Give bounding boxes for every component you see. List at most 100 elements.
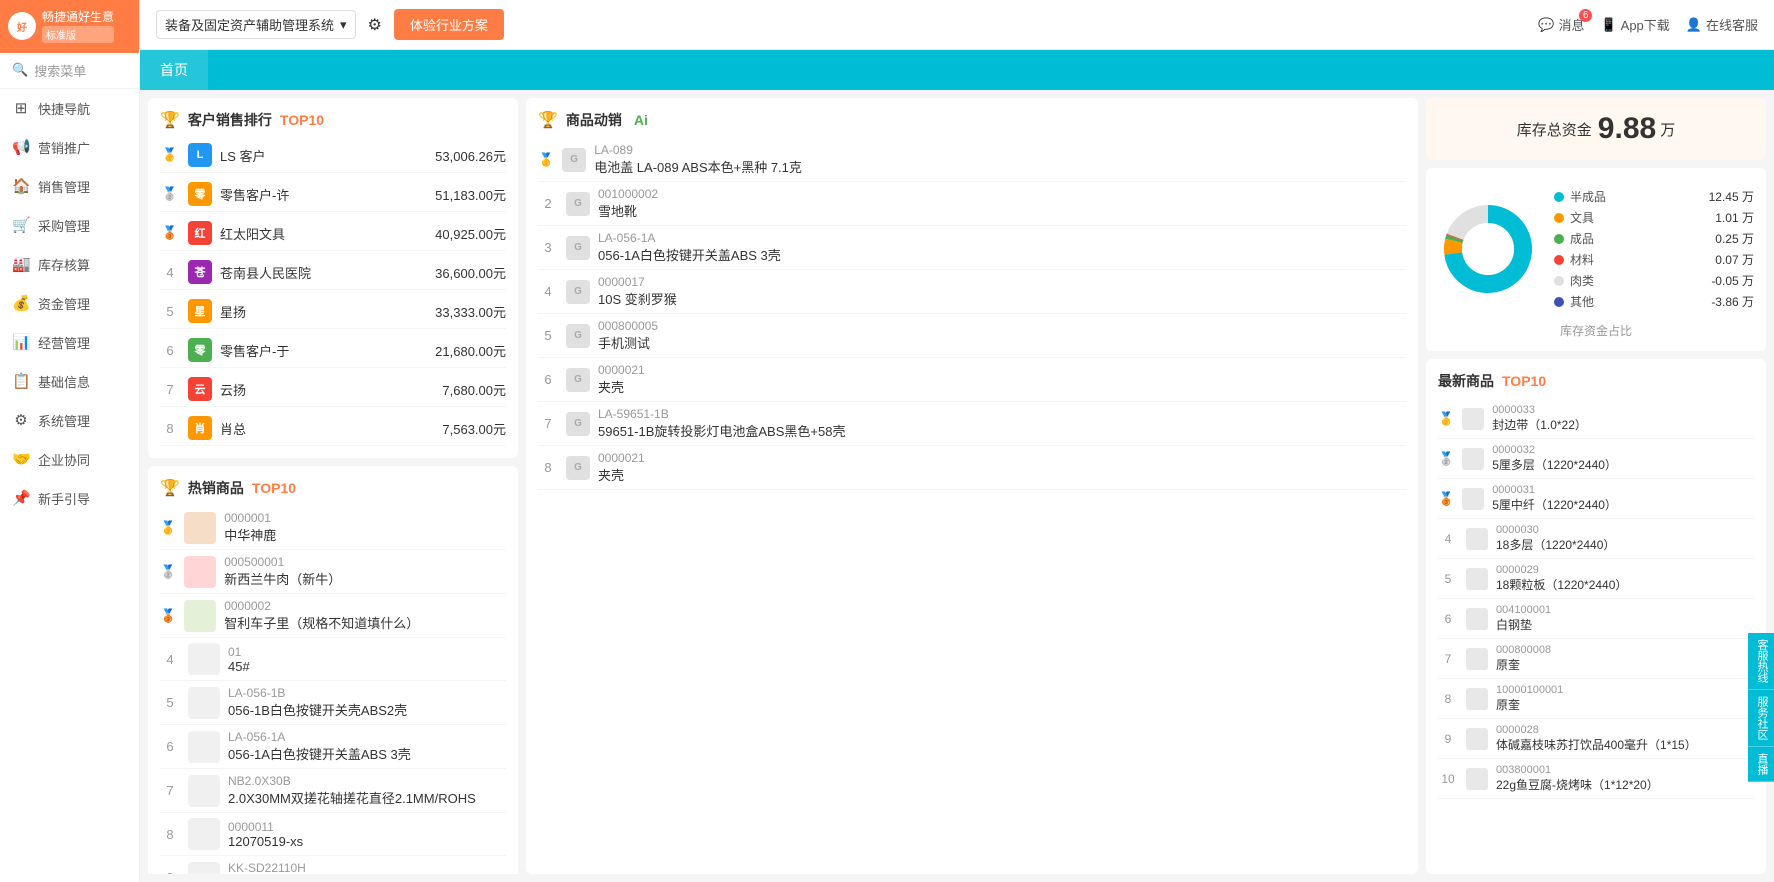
new-product-6: 6 004100001 白钢垫 (1438, 599, 1754, 639)
hot-thumb-2 (184, 556, 216, 588)
flow-info-6: 0000021 夹壳 (598, 363, 1406, 396)
float-cs-hotline[interactable]: 客服热线 (1748, 633, 1774, 690)
trial-button[interactable]: 体验行业方案 (394, 9, 504, 40)
app-name: 畅捷通好生意 (42, 10, 114, 26)
flow-item-4: 4 G 0000017 10S 变刹罗猴 (538, 270, 1406, 314)
hot-product-2: 🥈 000500001 新西兰牛肉（新牛） (160, 550, 506, 594)
content-columns: 🏆 客户销售排行 TOP10 🥇 L LS 客户 53,006.26元 🥈 (140, 90, 1774, 882)
flow-rank-3: 3 (538, 240, 558, 255)
new-info-3: 0000031 5厘中纤（1220*2440） (1492, 484, 1754, 513)
inventory-total-row: 库存总资金 9.88 万 (1442, 112, 1750, 146)
legend-material: 材料 0.07 万 (1554, 251, 1754, 268)
flow-item-6: 6 G 0000021 夹壳 (538, 358, 1406, 402)
sidebar-item-enterprise[interactable]: 🤝 企业协同 (0, 440, 139, 479)
sidebar-item-guide[interactable]: 📌 新手引导 (0, 479, 139, 518)
legend-dot-halfmade (1554, 192, 1564, 202)
hot-thumb-7 (188, 775, 220, 807)
rank-num-4: 4 (160, 265, 180, 280)
content-body: 🏆 客户销售排行 TOP10 🥇 L LS 客户 53,006.26元 🥈 (140, 90, 1774, 882)
app-download-label: App下载 (1621, 15, 1670, 34)
hot-thumb-1 (184, 512, 216, 544)
hot-thumb-4 (188, 643, 220, 675)
hot-thumb-5 (188, 687, 220, 719)
rank-amount-1: 53,006.26元 (435, 146, 506, 165)
sidebar-item-inventory[interactable]: 🏭 库存核算 (0, 245, 139, 284)
new-rank-9: 9 (1438, 732, 1458, 746)
guide-icon: 📌 (12, 489, 30, 507)
sidebar-item-system[interactable]: ⚙ 系统管理 (0, 401, 139, 440)
sidebar-item-sales[interactable]: 🏠 销售管理 (0, 167, 139, 206)
hot-rank-3: 🥉 (160, 608, 176, 624)
flow-item-8: 8 G 0000021 夹壳 (538, 446, 1406, 490)
new-rank-10: 10 (1438, 772, 1458, 786)
system-selector[interactable]: 装备及固定资产辅助管理系统 ▾ (156, 10, 356, 39)
hot-products-title: 热销商品 (188, 478, 244, 498)
search-icon: 🔍 (12, 62, 28, 78)
rank-name-3: 红太阳文具 (220, 224, 427, 243)
settings-icon[interactable]: ⚙ (368, 15, 382, 35)
finance-icon: 💰 (12, 294, 30, 312)
message-badge: 6 (1579, 9, 1593, 22)
new-medal-3: 🥉 (1438, 491, 1454, 507)
hot-rank-1: 🥇 (160, 520, 176, 536)
flow-info-8: 0000021 夹壳 (598, 451, 1406, 484)
flow-item-5: 5 G 000800005 手机测试 (538, 314, 1406, 358)
app-download-action[interactable]: 📱 App下载 (1600, 15, 1669, 34)
rank-avatar-8: 肖 (188, 416, 212, 440)
hot-info-1: 0000001 中华神鹿 (224, 511, 276, 544)
flow-info-5: 000800005 手机测试 (598, 319, 1406, 352)
new-info-2: 0000032 5厘多层（1220*2440） (1492, 444, 1754, 473)
logo-icon: 好 (8, 12, 36, 40)
hot-product-3: 🥉 0000002 智利车子里（规格不知道填什么） (160, 594, 506, 638)
search-menu[interactable]: 🔍 搜索菜单 (0, 53, 139, 89)
tab-home[interactable]: 首页 (140, 50, 208, 90)
new-img-2 (1462, 448, 1484, 470)
tab-home-label: 首页 (160, 62, 188, 78)
flow-avatar-7: G (566, 412, 590, 436)
new-product-8: 8 10000100001 原奎 (1438, 679, 1754, 719)
sidebar-item-purchase[interactable]: 🛒 采购管理 (0, 206, 139, 245)
rank-item-5: 5 星 星扬 33,333.00元 (160, 294, 506, 329)
operation-icon: 📊 (12, 333, 30, 351)
sidebar-item-basic[interactable]: 📋 基础信息 (0, 362, 139, 401)
rank-amount-3: 40,925.00元 (435, 224, 506, 243)
customer-ranking-title: 客户销售排行 (188, 110, 272, 130)
float-cs-live[interactable]: 直播 (1748, 747, 1774, 782)
flow-item-3: 3 G LA-056-1A 056-1A白色按键开关盖ABS 3壳 (538, 226, 1406, 270)
rank-avatar-7: 云 (188, 377, 212, 401)
hot-rank-7: 7 (160, 783, 180, 798)
sidebar-item-marketing[interactable]: 📢 营销推广 (0, 128, 139, 167)
rank-name-4: 苍南县人民医院 (220, 263, 427, 282)
right-column: 库存总资金 9.88 万 (1426, 98, 1766, 874)
donut-chart (1438, 199, 1538, 299)
float-cs-community[interactable]: 服务社区 (1748, 690, 1774, 747)
new-img-10 (1466, 768, 1488, 790)
rank-name-5: 星扬 (220, 302, 427, 321)
message-action[interactable]: 💬 消息 6 (1538, 15, 1584, 34)
new-medal-1: 🥇 (1438, 411, 1454, 427)
online-service-action[interactable]: 👤 在线客服 (1686, 15, 1758, 34)
sidebar-item-quick-nav[interactable]: ⊞ 快捷导航 (0, 89, 139, 128)
new-info-4: 0000030 18多层（1220*2440） (1496, 524, 1754, 553)
new-medal-2: 🥈 (1438, 451, 1454, 467)
sidebar-label-enterprise: 企业协同 (38, 450, 90, 469)
product-flow-title-row: 🏆 商品动销 Ai (538, 110, 1406, 130)
rank-avatar-1: L (188, 143, 212, 167)
hot-info-9: KK-SD22110H 花语萌恒温分腿睡袋（厚款） (228, 861, 397, 874)
flow-item-1: 🥇 G LA-089 电池盖 LA-089 ABS本色+黑种 7.1克 (538, 138, 1406, 182)
nav-tabs: 首页 (140, 50, 1774, 90)
rank-item-2: 🥈 零 零售客户-许 51,183.00元 (160, 177, 506, 212)
sidebar-item-finance[interactable]: 💰 资金管理 (0, 284, 139, 323)
sidebar-item-operation[interactable]: 📊 经营管理 (0, 323, 139, 362)
new-img-1 (1462, 408, 1484, 430)
flow-info-7: LA-59651-1B 59651-1B旋转投影灯电池盒ABS黑色+58壳 (598, 407, 1406, 440)
rank-num-5: 5 (160, 304, 180, 319)
sidebar-label-operation: 经营管理 (38, 333, 90, 352)
hot-thumb-9 (188, 862, 220, 875)
new-img-5 (1466, 568, 1488, 590)
search-label: 搜索菜单 (34, 61, 86, 80)
flow-rank-7: 7 (538, 416, 558, 431)
header-actions: 💬 消息 6 📱 App下载 👤 在线客服 (1538, 15, 1758, 34)
flow-avatar-1: G (562, 148, 586, 172)
sidebar-label-sales: 销售管理 (38, 177, 90, 196)
